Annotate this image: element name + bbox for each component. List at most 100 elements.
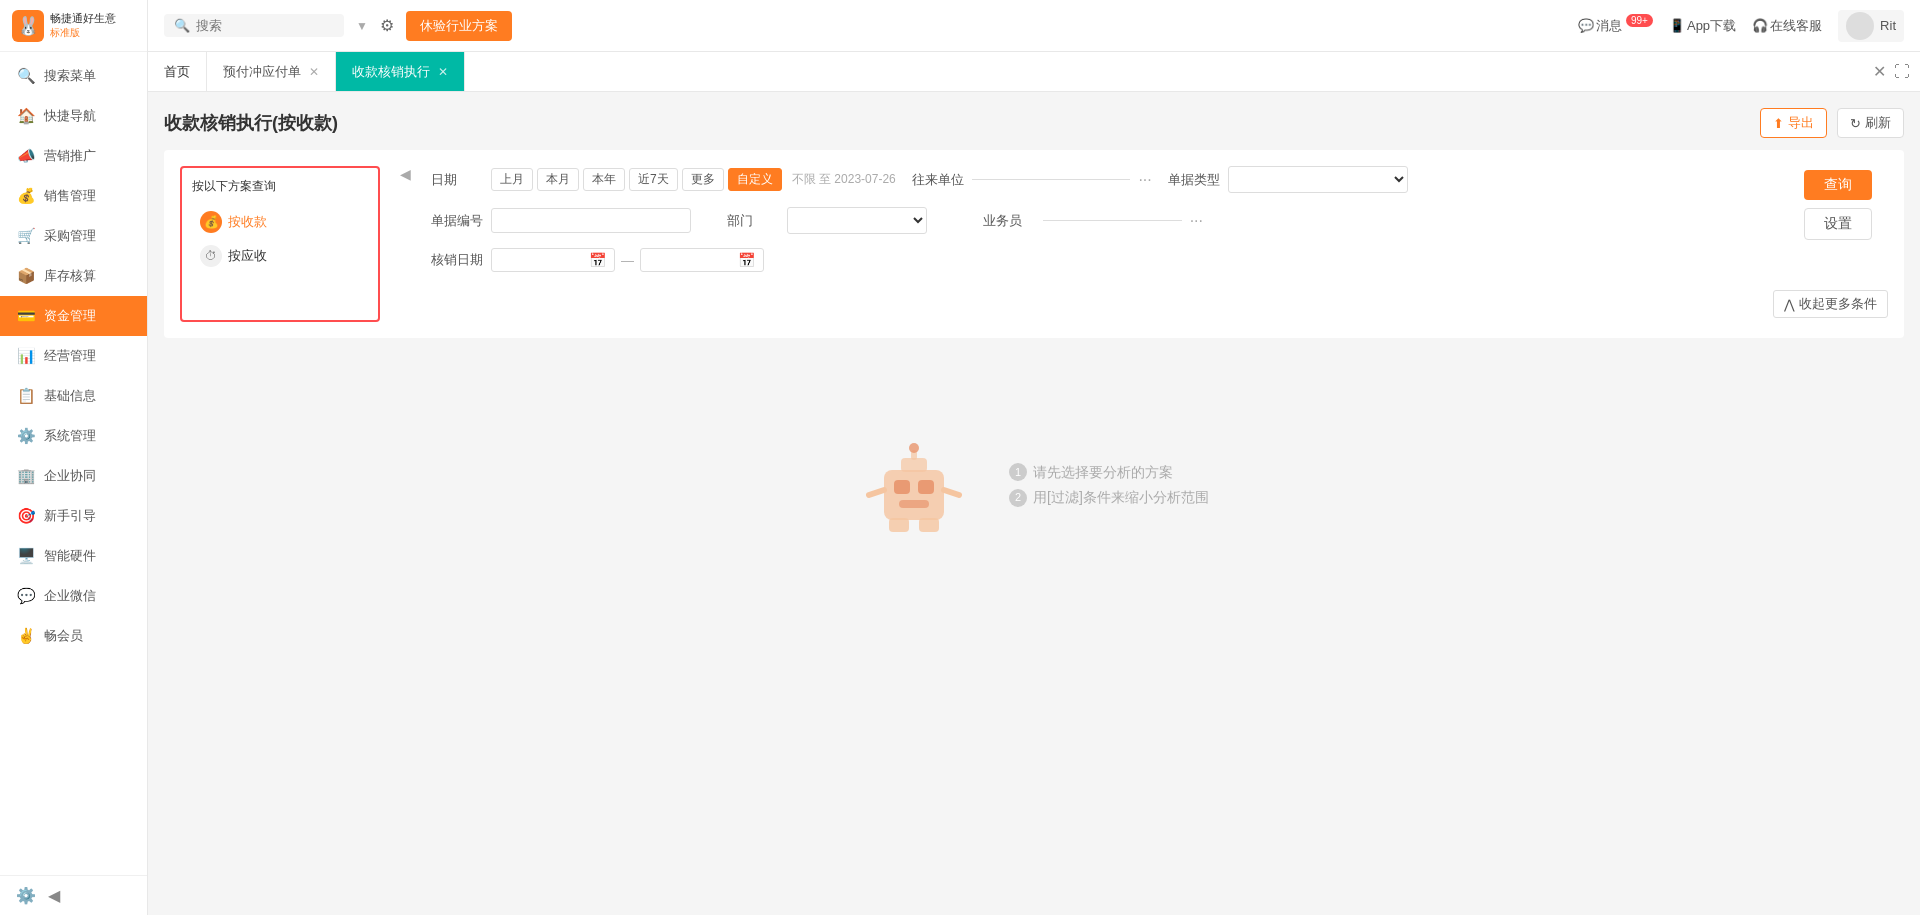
message-icon: 💬 [1578,18,1594,33]
tab-prepay-close-icon[interactable]: ✕ [309,65,319,79]
sidebar-item-guide[interactable]: 🎯 新手引导 [0,496,147,536]
sidebar-item-search-menu[interactable]: 🔍 搜索菜单 [0,56,147,96]
sidebar-label-quick-nav: 快捷导航 [44,107,96,125]
filter-right-wrapper: 日期 上月 本月 本年 近7天 更多 自定义 不限 至 2023-07-26 [431,166,1888,322]
date-separator: — [621,253,634,268]
calendar-start-icon[interactable]: 📅 [589,252,606,268]
filter-settings-button[interactable]: 设置 [1804,208,1872,240]
writeoff-date-start-input[interactable]: 2023-03-01 [500,253,585,268]
export-button[interactable]: ⬆ 导出 [1760,108,1827,138]
sidebar-item-system[interactable]: ⚙️ 系统管理 [0,416,147,456]
topbar-gear-icon[interactable]: ⚙ [380,16,394,35]
service-area[interactable]: 🎧 在线客服 [1752,17,1822,35]
service-icon: 🎧 [1752,18,1768,33]
close-tab-icon[interactable]: ✕ [1873,62,1886,81]
date-range-text: 不限 至 2023-07-26 [792,171,896,188]
doc-no-input[interactable] [491,208,691,233]
doc-no-label: 单据编号 [431,212,483,230]
collection-option-label: 按收款 [228,213,267,231]
sidebar-item-inventory[interactable]: 📦 库存核算 [0,256,147,296]
app-download-area[interactable]: 📱 App下载 [1669,17,1736,35]
doc-type-select[interactable] [1228,166,1408,193]
filter-collapse-arrow[interactable]: ◀ [392,166,419,322]
svg-rect-6 [901,458,927,472]
sidebar-menu: 🔍 搜索菜单 🏠 快捷导航 📣 营销推广 💰 销售管理 🛒 采购管理 📦 库存核… [0,52,147,875]
refresh-button[interactable]: ↻ 刷新 [1837,108,1904,138]
operation-icon: 📊 [16,346,36,366]
staff-dots-icon[interactable]: ··· [1190,212,1203,230]
dept-select[interactable] [787,207,927,234]
collection-option-icon: 💰 [200,211,222,233]
quick-nav-icon: 🏠 [16,106,36,126]
topbar-search-box[interactable]: 🔍 [164,14,344,37]
tab-collection-close-icon[interactable]: ✕ [438,65,448,79]
main-area: 🔍 ▼ ⚙ 休验行业方案 💬 消息 99+ 📱 App下载 🎧 在线客服 Rit [148,0,1920,915]
empty-state: 1 请先选择要分析的方案 2 用[过滤]条件来缩小分析范围 [164,350,1904,620]
partner-dots-icon[interactable]: ··· [1138,171,1151,189]
sidebar-item-member[interactable]: ✌️ 畅会员 [0,616,147,656]
tabbar-right-actions: ✕ ⛶ [1863,52,1920,91]
tab-collection-writeoff[interactable]: 收款核销执行 ✕ [336,52,465,91]
sidebar-item-hardware[interactable]: 🖥️ 智能硬件 [0,536,147,576]
expand-tab-icon[interactable]: ⛶ [1894,63,1910,81]
sidebar-item-quick-nav[interactable]: 🏠 快捷导航 [0,96,147,136]
message-badge: 99+ [1626,14,1653,27]
basic-icon: 📋 [16,386,36,406]
fund-icon: 💳 [16,306,36,326]
sidebar-item-wechat[interactable]: 💬 企业微信 [0,576,147,616]
industry-btn[interactable]: 休验行业方案 [406,11,512,41]
topbar-search-input[interactable] [196,18,306,33]
sidebar-item-purchase[interactable]: 🛒 采购管理 [0,216,147,256]
topbar: 🔍 ▼ ⚙ 休验行业方案 💬 消息 99+ 📱 App下载 🎧 在线客服 Rit [148,0,1920,52]
filter-field-date: 日期 上月 本月 本年 近7天 更多 自定义 不限 至 2023-07-26 [431,168,896,191]
date-btn-this-month[interactable]: 本月 [537,168,579,191]
user-area[interactable]: Rit [1838,10,1904,42]
sales-icon: 💰 [16,186,36,206]
sidebar-label-member: 畅会员 [44,627,83,645]
sidebar-label-basic: 基础信息 [44,387,96,405]
date-btn-7days[interactable]: 近7天 [629,168,678,191]
collapse-more-button[interactable]: ⋀ 收起更多条件 [1773,290,1888,318]
date-btn-this-year[interactable]: 本年 [583,168,625,191]
sidebar-item-sales[interactable]: 💰 销售管理 [0,176,147,216]
sidebar-label-purchase: 采购管理 [44,227,96,245]
app-label: App下载 [1687,17,1736,35]
sidebar-item-enterprise[interactable]: 🏢 企业协同 [0,456,147,496]
writeoff-date-end-wrap: 2023-07-21 📅 [640,248,764,272]
sidebar-item-fund[interactable]: 💳 资金管理 [0,296,147,336]
step-2-num: 2 [1009,489,1027,507]
sidebar-item-marketing[interactable]: 📣 营销推广 [0,136,147,176]
inventory-icon: 📦 [16,266,36,286]
date-btn-more[interactable]: 更多 [682,168,724,191]
user-name: Rit [1880,18,1896,33]
query-button[interactable]: 查询 [1804,170,1872,200]
date-btn-custom[interactable]: 自定义 [728,168,782,191]
calendar-end-icon[interactable]: 📅 [738,252,755,268]
writeoff-date-label: 核销日期 [431,251,483,269]
export-label: 导出 [1788,114,1814,132]
settings-gear-icon[interactable]: ⚙️ [16,886,36,905]
marketing-icon: 📣 [16,146,36,166]
writeoff-date-end-input[interactable]: 2023-07-21 [649,253,734,268]
filter-option-by-collection[interactable]: 💰 按收款 [192,205,368,239]
filter-field-writeoff-date: 核销日期 2023-03-01 📅 — 2023-07-21 📅 [431,248,764,272]
filter-panel: 按以下方案查询 💰 按收款 ⏱ 按应收 ◀ 日期 [164,150,1904,338]
message-icon-area[interactable]: 💬 消息 99+ [1578,17,1653,35]
tab-home[interactable]: 首页 [148,52,207,91]
svg-rect-1 [894,480,910,494]
filter-field-dept: 部门 [727,207,967,234]
filter-option-by-receivable[interactable]: ⏱ 按应收 [192,239,368,273]
date-btn-last-month[interactable]: 上月 [491,168,533,191]
logo-area: 🐰 畅捷通好生意 标准版 [0,0,147,52]
sidebar-label-search-menu: 搜索菜单 [44,67,96,85]
sidebar-item-basic[interactable]: 📋 基础信息 [0,376,147,416]
collapse-more-btn-area: ⋀ 收起更多条件 [431,286,1888,322]
tab-prepay[interactable]: 预付冲应付单 ✕ [207,52,336,91]
page-title: 收款核销执行(按收款) [164,111,338,135]
sidebar-label-hardware: 智能硬件 [44,547,96,565]
topbar-search-icon: 🔍 [174,18,190,33]
sidebar-item-operation[interactable]: 📊 经营管理 [0,336,147,376]
sidebar-collapse-icon[interactable]: ◀ [48,886,60,905]
filter-row-3: 核销日期 2023-03-01 📅 — 2023-07-21 📅 [431,248,1888,272]
topbar-right: 💬 消息 99+ 📱 App下载 🎧 在线客服 Rit [1578,10,1904,42]
